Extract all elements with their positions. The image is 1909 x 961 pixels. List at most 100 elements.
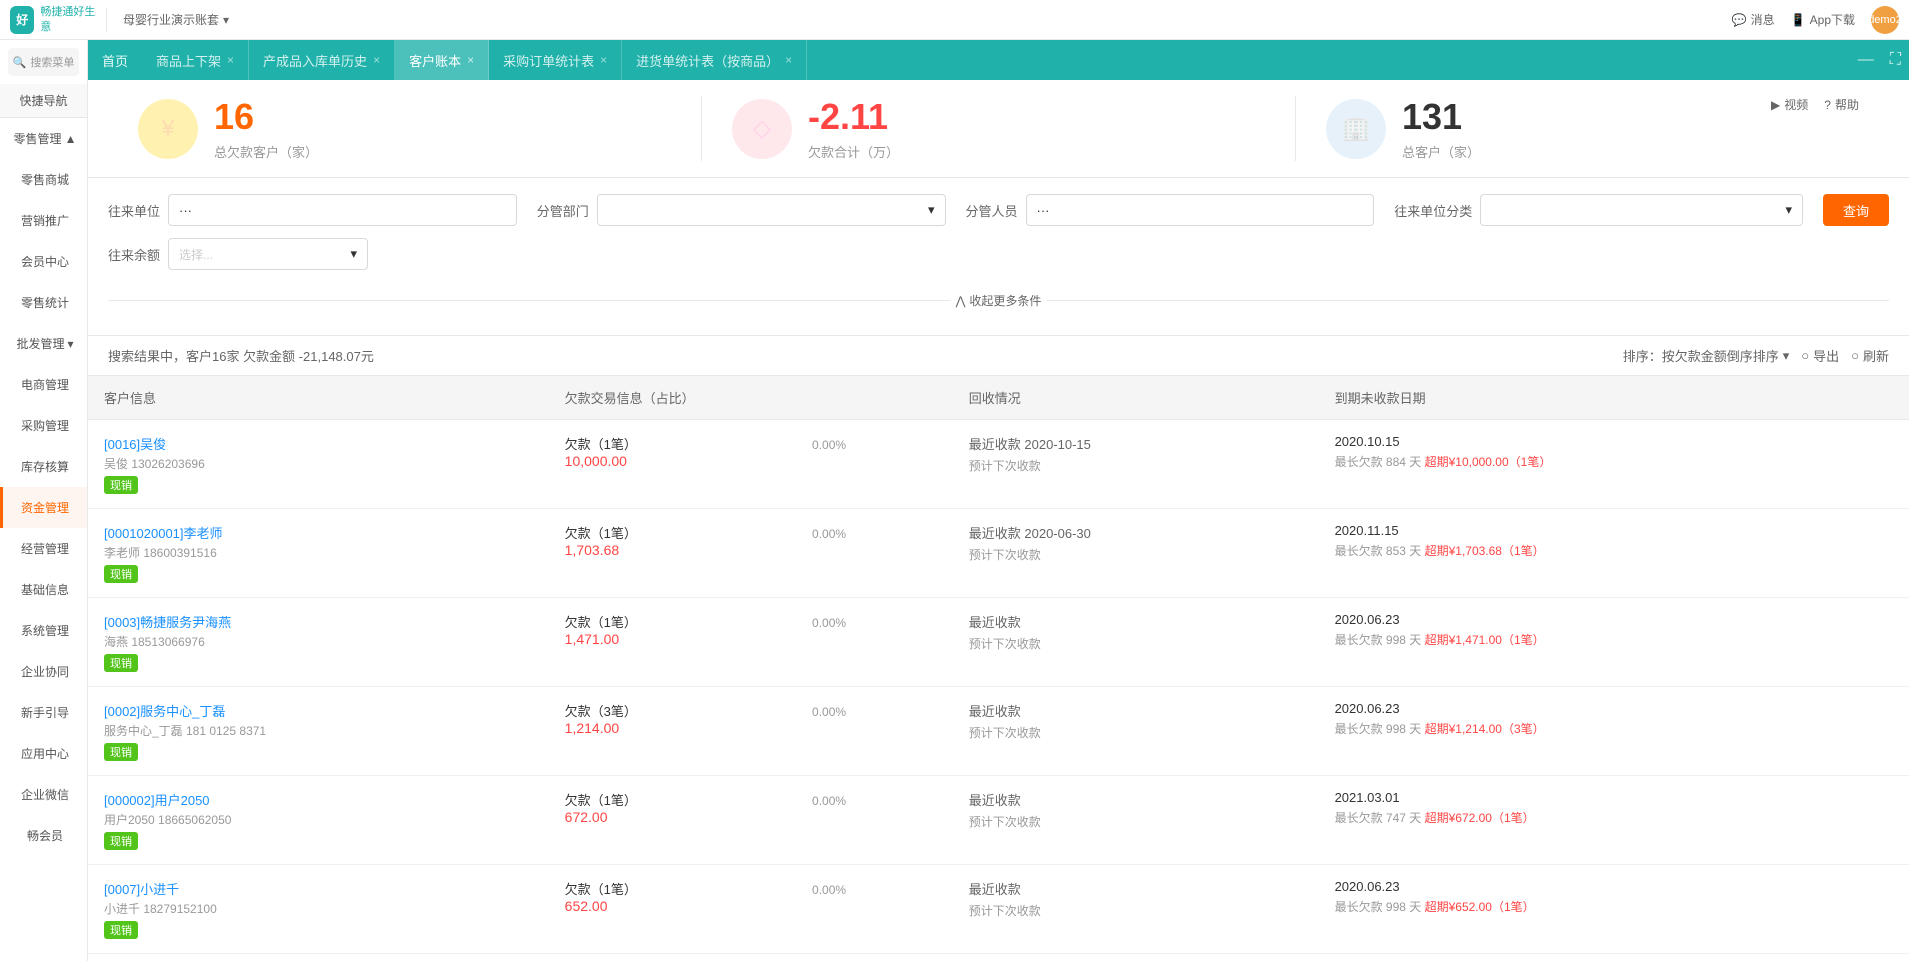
result-bar: 搜索结果中，客户16家 欠款金额 -21,148.07元 排序：按欠款金额倒序排… [88,336,1909,376]
sidebar-item-retail-mall[interactable]: 零售商城 [0,159,87,200]
overdue-link-4[interactable]: 超期¥672.00（1笔） [1425,811,1535,825]
tab-purchase-order-stats[interactable]: 采购订单统计表 × [489,40,622,80]
sidebar-item-retail-mgmt[interactable]: 零售管理 ▲ [0,118,87,159]
sort-selector[interactable]: 排序：按欠款金额倒序排序 ▾ [1623,346,1790,365]
sidebar-item-label: 基础信息 [21,583,69,597]
debt-ratio-3: 0.00% [812,705,937,719]
export-button[interactable]: ○ 导出 [1801,346,1839,365]
tab-purchase-stats-by-product[interactable]: 进货单统计表（按商品） × [622,40,807,80]
cell-customer-5: [0007]小进千 小进千 18279152100 现销 [88,865,549,954]
dept-select[interactable]: ▾ [597,194,946,226]
message-label: 消息 [1751,11,1775,28]
help-button[interactable]: ? 帮助 [1824,96,1859,113]
customer-tag-2: 现销 [104,654,138,672]
tab-close-icon[interactable]: × [785,53,792,67]
balance-arrow-icon: ▾ [350,246,357,262]
sidebar-item-app-center[interactable]: 应用中心 [0,733,87,774]
customer-name-3[interactable]: [0002]服务中心_丁磊 [104,701,533,720]
avatar[interactable]: demo2 [1871,6,1899,34]
sidebar: 🔍 搜索菜单 快捷导航 零售管理 ▲ 零售商城 营销推广 会员 [0,40,88,961]
app-download-label: App下载 [1810,11,1855,28]
sidebar-item-wechat[interactable]: 企业微信 [0,774,87,815]
sort-label: 排序：按欠款金额倒序排序 [1623,346,1779,365]
tab-minimize-button[interactable]: — [1850,40,1882,80]
tab-expand-button[interactable]: ⛶ [1882,40,1909,80]
sidebar-item-operations[interactable]: 经营管理 [0,528,87,569]
debt-amount-5: 652.00 [565,898,780,914]
sidebar-item-basic-info[interactable]: 基础信息 [0,569,87,610]
cell-debt-ratio-4: 0.00% [796,776,953,865]
customer-name-0[interactable]: [0016]吴俊 [104,434,533,453]
sidebar-item-purchase[interactable]: 采购管理 [0,405,87,446]
search-button[interactable]: 查询 [1823,194,1889,226]
sidebar-item-vip[interactable]: 畅会员 [0,815,87,856]
sidebar-item-wholesale[interactable]: 批发管理 ▾ [0,323,87,364]
overdue-detail-0: 最长欠款 884 天 超期¥10,000.00（1笔） [1335,453,1893,470]
stat-label-total-customers: 总客户（家） [1402,142,1480,161]
sidebar-item-retail-stats[interactable]: 零售统计 [0,282,87,323]
filter-label-unit-category: 往来单位分类 [1394,201,1472,220]
customer-name-5[interactable]: [0007]小进千 [104,879,533,898]
industry-arrow-icon: ▾ [223,13,229,27]
sidebar-item-inventory[interactable]: 库存核算 [0,446,87,487]
tab-close-icon[interactable]: × [373,53,380,67]
tab-close-icon[interactable]: × [227,53,234,67]
tab-finished-goods[interactable]: 产成品入库单历史 × [249,40,395,80]
last-collection-2: 最近收款 [969,612,1303,631]
sidebar-item-finance[interactable]: 资金管理 [0,487,87,528]
customer-name-4[interactable]: [000002]用户2050 [104,790,533,809]
industry-selector[interactable]: 母婴行业演示账套 ▾ [115,11,237,28]
cell-recovery-2: 最近收款 预计下次收款 [953,598,1319,687]
quick-nav-button[interactable]: 快捷导航 [0,84,87,118]
cell-due-date-4: 2021.03.01 最长欠款 747 天 超期¥672.00（1笔） [1319,776,1909,865]
col-header-debt-info: 欠款交易信息（占比） [549,376,953,420]
tab-bar: 首页 商品上下架 × 产成品入库单历史 × 客户账本 × 采购订单统计表 × [88,40,1909,80]
sidebar-item-label: 零售统计 [21,296,69,310]
debt-info-3: 欠款（3笔） [565,701,780,720]
stat-text-3: 131 总客户（家） [1402,96,1480,161]
tab-customer-account[interactable]: 客户账本 × [395,40,489,80]
sidebar-item-system[interactable]: 系统管理 [0,610,87,651]
filter-dept: 分管部门 ▾ [537,194,946,226]
customer-info-2: 海燕 18513066976 [104,633,533,650]
video-label: 视频 [1784,96,1808,113]
stat-icon-money: ¥ [138,99,198,159]
manager-input[interactable]: ··· [1026,194,1375,226]
overdue-link-0[interactable]: 超期¥10,000.00（1笔） [1425,455,1552,469]
overdue-link-3[interactable]: 超期¥1,214.00（3笔） [1425,722,1545,736]
tab-product-listing[interactable]: 商品上下架 × [142,40,249,80]
sidebar-item-guide[interactable]: 新手引导 [0,692,87,733]
last-collection-4: 最近收款 [969,790,1303,809]
sidebar-item-marketing[interactable]: 营销推广 [0,200,87,241]
stat-item-debt-total: ◇ -2.11 欠款合计（万） [702,96,1296,161]
arrow-icon: ▾ [67,337,73,351]
message-button[interactable]: 💬 消息 [1732,11,1775,28]
export-label: 导出 [1813,346,1839,365]
overdue-link-1[interactable]: 超期¥1,703.68（1笔） [1425,544,1545,558]
balance-select[interactable]: 选择... ▾ [168,238,368,270]
unit-category-select[interactable]: ▾ [1480,194,1803,226]
last-collection-0: 最近收款 2020-10-15 [969,434,1303,453]
tab-home[interactable]: 首页 [88,40,142,80]
app-download-button[interactable]: 📱 App下载 [1791,11,1855,28]
video-button[interactable]: ▶ 视频 [1771,96,1808,113]
due-date-1: 2020.11.15 [1335,523,1893,538]
sidebar-item-member[interactable]: 会员中心 [0,241,87,282]
sidebar-item-ecommerce[interactable]: 电商管理 [0,364,87,405]
customer-name-2[interactable]: [0003]畅捷服务尹海燕 [104,612,533,631]
tab-label: 产成品入库单历史 [263,51,367,70]
search-menu-button[interactable]: 🔍 搜索菜单 [8,48,79,76]
source-unit-input[interactable]: ··· [168,194,517,226]
collapse-button[interactable]: ⋀ 收起更多条件 [956,286,1042,315]
refresh-button[interactable]: ○ 刷新 [1851,346,1889,365]
overdue-link-2[interactable]: 超期¥1,471.00（1笔） [1425,633,1545,647]
logo-icon: 好 [10,6,34,34]
tab-close-icon[interactable]: × [467,53,474,67]
debt-amount-1: 1,703.68 [565,542,780,558]
tab-close-icon[interactable]: × [600,53,607,67]
stat-value-debt-total: -2.11 [808,96,899,138]
overdue-link-5[interactable]: 超期¥652.00（1笔） [1425,900,1535,914]
due-date-2: 2020.06.23 [1335,612,1893,627]
customer-name-1[interactable]: [0001020001]李老师 [104,523,533,542]
sidebar-item-cooperation[interactable]: 企业协同 [0,651,87,692]
